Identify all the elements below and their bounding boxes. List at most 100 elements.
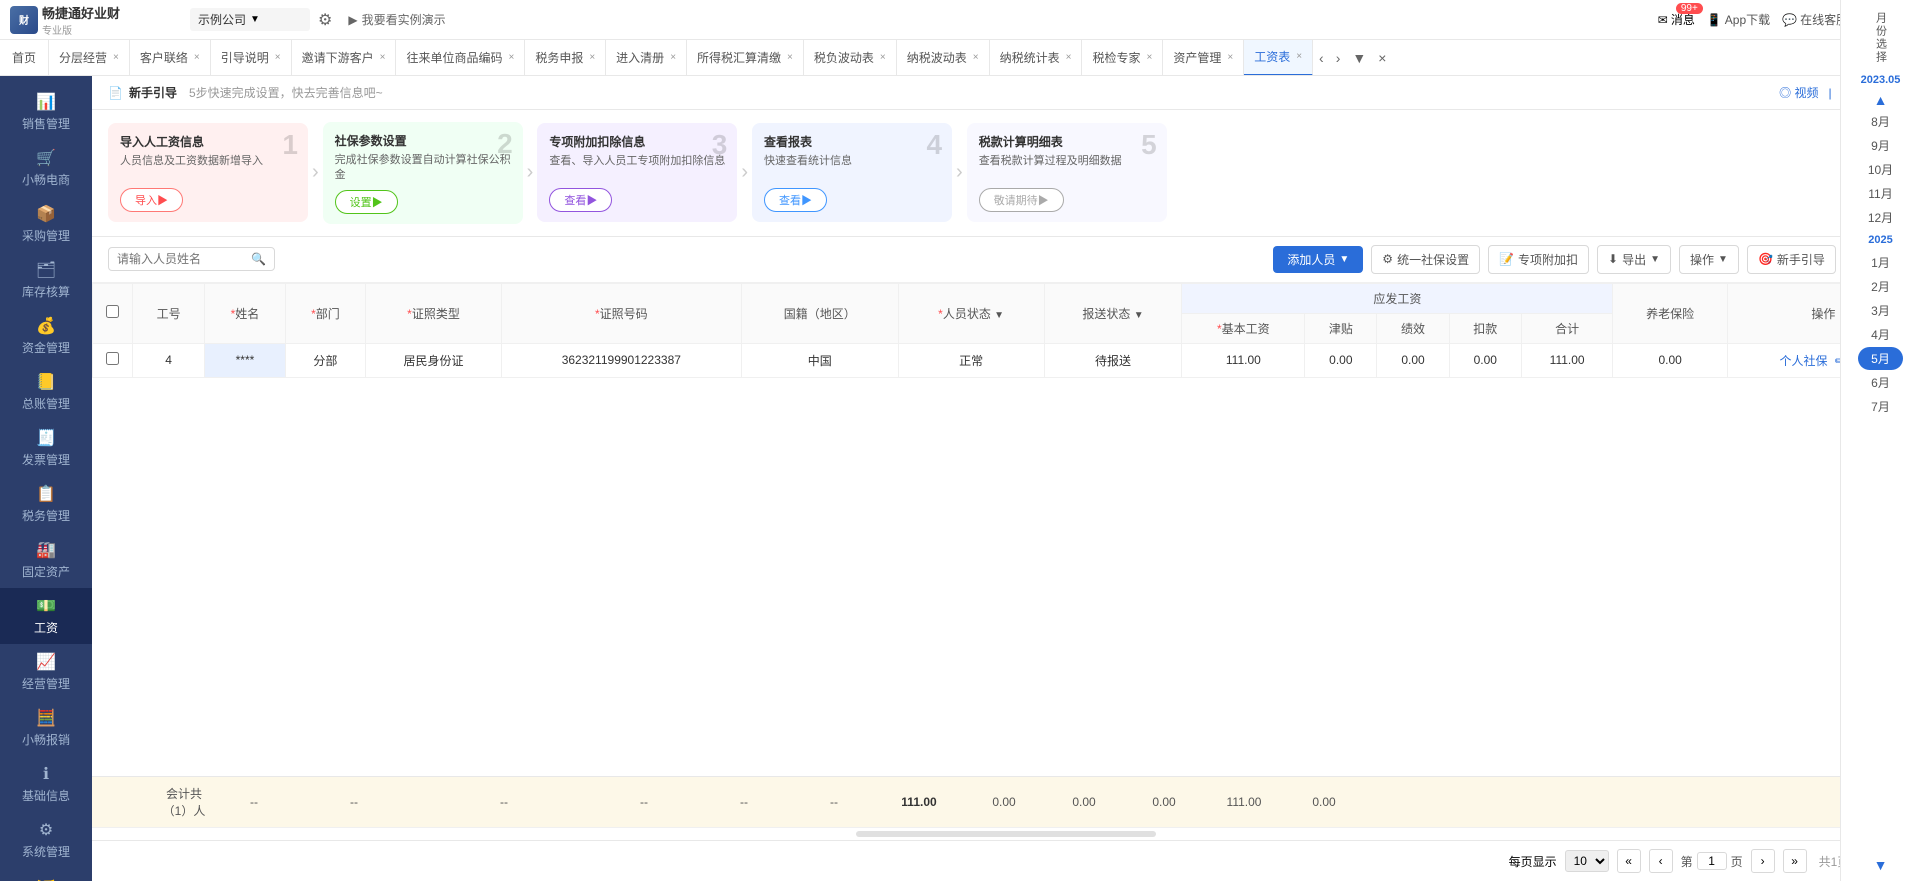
- tab-wanglai[interactable]: 往来单位商品编码×: [396, 40, 525, 76]
- action-shebao-btn[interactable]: 个人社保: [1779, 354, 1827, 368]
- step-2: 2 社保参数设置 完成社保参数设置自动计算社保公积金 设置▶: [323, 122, 523, 224]
- tab-jinru[interactable]: 进入清册×: [606, 40, 687, 76]
- row-checkbox[interactable]: [106, 352, 119, 365]
- sidebar-item-inventory[interactable]: 🗂 库存核算: [0, 252, 92, 308]
- tab-close-jinru[interactable]: ×: [670, 52, 676, 63]
- sidebar-item-expense[interactable]: 🧮 小畅报销: [0, 700, 92, 756]
- first-page-btn[interactable]: «: [1617, 849, 1641, 873]
- sidebar-item-purchase[interactable]: 📦 采购管理: [0, 196, 92, 252]
- step-5-btn[interactable]: 敬请期待▶: [979, 188, 1064, 212]
- month-item-10[interactable]: 10月: [1858, 158, 1903, 181]
- tab-zichan[interactable]: 资产管理×: [1163, 40, 1244, 76]
- step-1-btn[interactable]: 导入▶: [120, 188, 183, 212]
- special-deduct-button[interactable]: 📝 专项附加扣: [1488, 245, 1589, 274]
- tab-close-nashui[interactable]: ×: [973, 52, 979, 63]
- month-item-11[interactable]: 11月: [1858, 182, 1903, 205]
- step-3-btn[interactable]: 查看▶: [549, 188, 612, 212]
- sidebar-item-basic[interactable]: ℹ 基础信息: [0, 756, 92, 812]
- horizontal-scrollbar[interactable]: [856, 831, 1156, 837]
- page-size-select[interactable]: 10 20 50: [1565, 850, 1609, 872]
- sidebar-item-sales[interactable]: 📊 销售管理: [0, 84, 92, 140]
- search-field[interactable]: 🔍: [108, 247, 275, 271]
- month-item-7[interactable]: 7月: [1858, 395, 1903, 418]
- message-button[interactable]: ✉ 消息 99+: [1658, 11, 1695, 28]
- tab-close-all-btn[interactable]: ×: [1372, 40, 1392, 76]
- online-service-button[interactable]: 💬 在线客服: [1782, 11, 1848, 28]
- last-page-btn[interactable]: »: [1783, 849, 1807, 873]
- tab-fenceng[interactable]: 分层经营×: [49, 40, 130, 76]
- tab-gongzi[interactable]: 工资表×: [1244, 40, 1313, 76]
- tab-next-btn[interactable]: ›: [1330, 40, 1347, 76]
- next-page-btn[interactable]: ›: [1751, 849, 1775, 873]
- step-2-btn[interactable]: 设置▶: [335, 190, 398, 214]
- tab-close-yindao[interactable]: ×: [275, 52, 281, 63]
- tab-nashui[interactable]: 纳税波动表×: [897, 40, 990, 76]
- status-filter-icon[interactable]: ▼: [994, 310, 1004, 321]
- video-btn[interactable]: ◎ 视频: [1779, 84, 1818, 101]
- scrollbar-area: [92, 827, 1920, 840]
- select-all-checkbox[interactable]: [106, 305, 119, 318]
- tab-close-gongzi[interactable]: ×: [1296, 51, 1302, 62]
- month-item-6[interactable]: 6月: [1858, 371, 1903, 394]
- newguide-button[interactable]: 🎯 新手引导: [1747, 245, 1836, 274]
- sidebar-item-collab[interactable]: 🤝 企业协同: [0, 868, 92, 881]
- month-scroll-up-btn[interactable]: ▲: [1872, 90, 1890, 110]
- sidebar-item-ecommerce[interactable]: 🛒 小畅电商: [0, 140, 92, 196]
- tab-more-btn[interactable]: ▼: [1346, 40, 1372, 76]
- tab-close-fenceng[interactable]: ×: [113, 52, 119, 63]
- month-item-5[interactable]: 5月: [1858, 347, 1903, 370]
- tab-yindao[interactable]: 引导说明×: [211, 40, 292, 76]
- tab-close-zichan[interactable]: ×: [1227, 52, 1233, 63]
- tab-home[interactable]: 首页: [0, 40, 49, 76]
- sidebar-item-finance[interactable]: 💰 资金管理: [0, 308, 92, 364]
- sidebar-item-tax[interactable]: 📋 税务管理: [0, 476, 92, 532]
- sidebar-item-invoice[interactable]: 🧾 发票管理: [0, 420, 92, 476]
- tab-close-suodeshui[interactable]: ×: [787, 52, 793, 63]
- app-download-button[interactable]: 📱 App下载: [1707, 11, 1770, 28]
- export-button[interactable]: ⬇ 导出 ▼: [1597, 245, 1671, 274]
- tab-shuifu[interactable]: 税负波动表×: [804, 40, 897, 76]
- month-item-2[interactable]: 2月: [1858, 275, 1903, 298]
- search-input[interactable]: [117, 252, 247, 266]
- month-item-4[interactable]: 4月: [1858, 323, 1903, 346]
- tab-bar: 首页 分层经营× 客户联络× 引导说明× 邀请下游客户× 往来单位商品编码× 税…: [0, 40, 1920, 76]
- sidebar-item-salary[interactable]: 💵 工资: [0, 588, 92, 644]
- tab-close-shuiwu[interactable]: ×: [589, 52, 595, 63]
- tab-shuijian[interactable]: 税检专家×: [1082, 40, 1163, 76]
- tab-close-natongji[interactable]: ×: [1066, 52, 1072, 63]
- tab-kehu[interactable]: 客户联络×: [130, 40, 211, 76]
- action-button[interactable]: 操作 ▼: [1679, 245, 1739, 274]
- tab-close-kehu[interactable]: ×: [194, 52, 200, 63]
- tab-close-shuijian[interactable]: ×: [1146, 52, 1152, 63]
- sidebar-item-management[interactable]: 📈 经营管理: [0, 644, 92, 700]
- tab-yaoqing[interactable]: 邀请下游客户×: [292, 40, 397, 76]
- step-4-btn[interactable]: 查看▶: [764, 188, 827, 212]
- month-item-3[interactable]: 3月: [1858, 299, 1903, 322]
- add-employee-button[interactable]: 添加人员 ▼: [1273, 246, 1363, 273]
- company-selector[interactable]: 示例公司 ▼: [190, 8, 310, 31]
- tab-suodeshui[interactable]: 所得税汇算清缴×: [687, 40, 804, 76]
- month-item-9[interactable]: 9月: [1858, 134, 1903, 157]
- logo-text: 畅捷通好业财: [42, 3, 120, 22]
- prev-page-btn[interactable]: ‹: [1649, 849, 1673, 873]
- sidebar-item-system[interactable]: ⚙ 系统管理: [0, 812, 92, 868]
- month-scroll-down-btn[interactable]: ▼: [1872, 855, 1890, 875]
- month-item-8[interactable]: 8月: [1858, 110, 1903, 133]
- tab-prev-btn[interactable]: ‹: [1313, 40, 1330, 76]
- tab-close-shuifu[interactable]: ×: [880, 52, 886, 63]
- tab-close-yaoqing[interactable]: ×: [380, 52, 386, 63]
- demo-button[interactable]: ▶ 我要看实例演示: [348, 11, 445, 28]
- content-area: 📄 新手引导 5步快速完成设置，快去完善信息吧~ ◎ 视频 | ◎ 帮助 × 1…: [92, 76, 1920, 881]
- sidebar-item-ledger[interactable]: 📒 总账管理: [0, 364, 92, 420]
- page-number-input[interactable]: [1697, 852, 1727, 870]
- settings-icon[interactable]: ⚙: [318, 10, 332, 30]
- sidebar-item-assets[interactable]: 🏭 固定资产: [0, 532, 92, 588]
- month-item-1[interactable]: 1月: [1858, 251, 1903, 274]
- sendstatus-filter-icon[interactable]: ▼: [1134, 310, 1144, 321]
- tab-shuiwu[interactable]: 税务申报×: [525, 40, 606, 76]
- message-badge: 99+: [1676, 3, 1703, 14]
- tab-natongji[interactable]: 纳税统计表×: [990, 40, 1083, 76]
- tab-close-wanglai[interactable]: ×: [508, 52, 514, 63]
- month-item-12[interactable]: 12月: [1858, 206, 1903, 229]
- social-setting-button[interactable]: ⚙ 统一社保设置: [1371, 245, 1480, 274]
